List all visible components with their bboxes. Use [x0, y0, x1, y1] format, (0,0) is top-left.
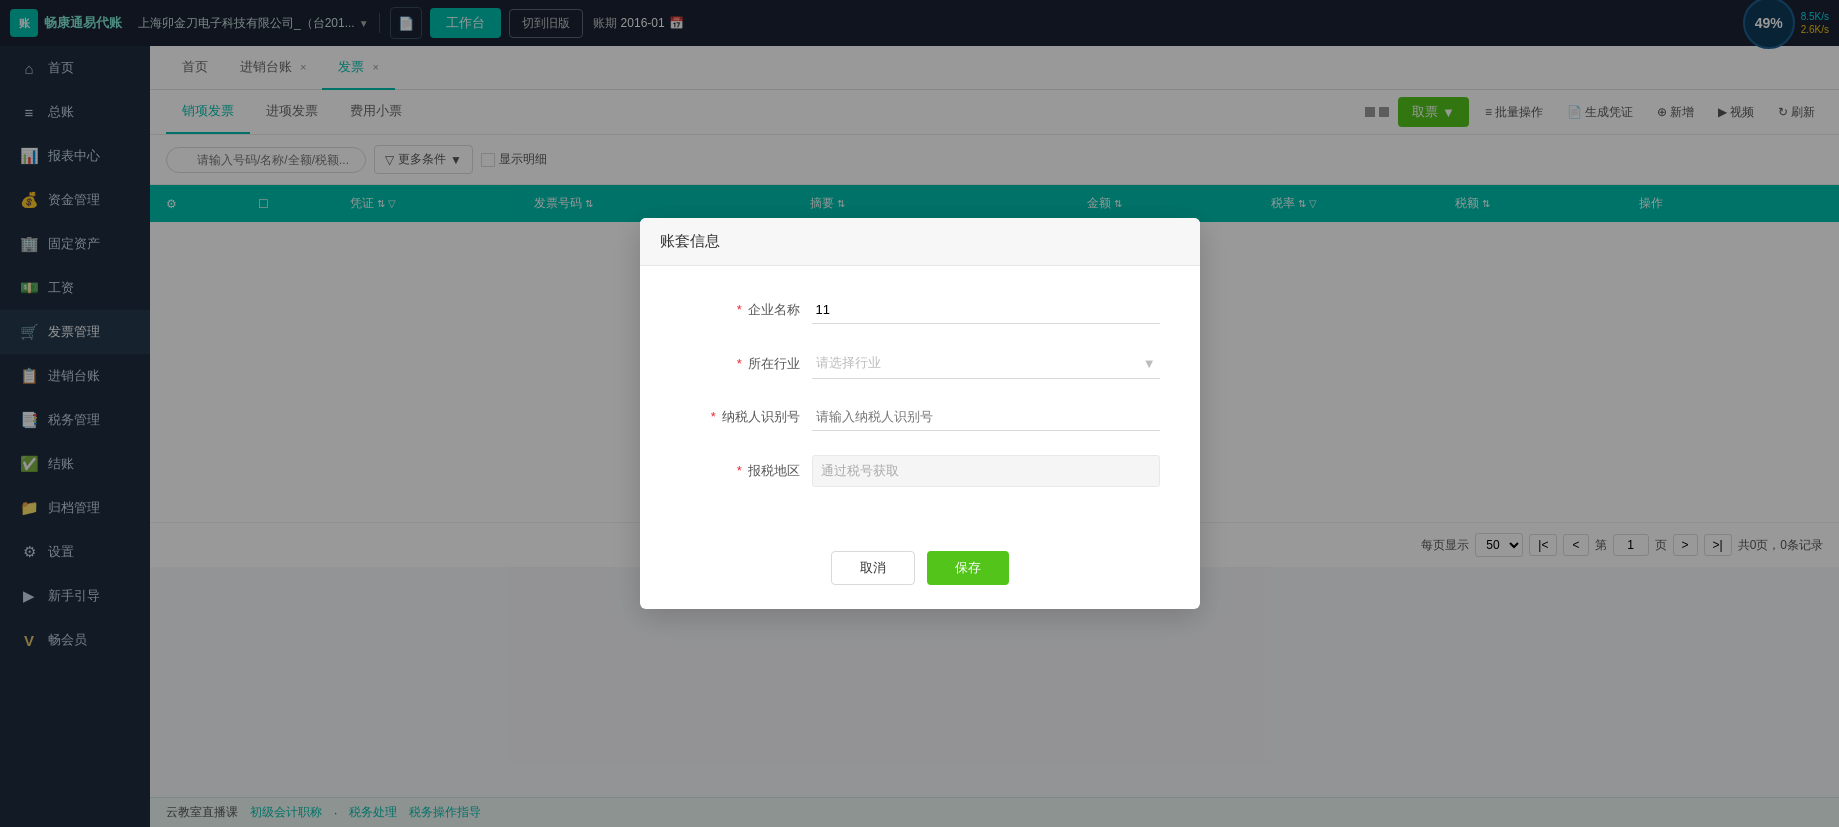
- modal-overlay: 账套信息 * 企业名称 * 所在行业 请选择行业 ▼: [0, 0, 1839, 827]
- tax-region-placeholder: 通过税号获取: [821, 463, 899, 478]
- form-row-tax-id: * 纳税人识别号: [680, 403, 1160, 431]
- form-row-industry: * 所在行业 请选择行业 ▼: [680, 348, 1160, 379]
- dialog: 账套信息 * 企业名称 * 所在行业 请选择行业 ▼: [640, 218, 1200, 609]
- label-industry: * 所在行业: [680, 355, 800, 373]
- dialog-title: 账套信息: [660, 232, 720, 249]
- required-star-tax-region: *: [737, 463, 742, 478]
- tax-region-disabled: 通过税号获取: [812, 455, 1160, 487]
- dialog-header: 账套信息: [640, 218, 1200, 266]
- select-industry[interactable]: 请选择行业 ▼: [812, 348, 1160, 379]
- industry-placeholder: 请选择行业: [816, 354, 881, 372]
- dialog-body: * 企业名称 * 所在行业 请选择行业 ▼ *: [640, 266, 1200, 541]
- label-tax-id: * 纳税人识别号: [680, 408, 800, 426]
- required-star-industry: *: [737, 356, 742, 371]
- required-star: *: [737, 302, 742, 317]
- cancel-button[interactable]: 取消: [831, 551, 915, 585]
- form-row-company-name: * 企业名称: [680, 296, 1160, 324]
- required-star-tax-id: *: [711, 409, 716, 424]
- form-row-tax-region: * 报税地区 通过税号获取: [680, 455, 1160, 487]
- label-company-name: * 企业名称: [680, 301, 800, 319]
- dialog-footer: 取消 保存: [640, 541, 1200, 609]
- industry-chevron-icon: ▼: [1143, 356, 1156, 371]
- save-button[interactable]: 保存: [927, 551, 1009, 585]
- input-company-name[interactable]: [812, 296, 1160, 324]
- label-tax-region: * 报税地区: [680, 462, 800, 480]
- input-tax-id[interactable]: [812, 403, 1160, 431]
